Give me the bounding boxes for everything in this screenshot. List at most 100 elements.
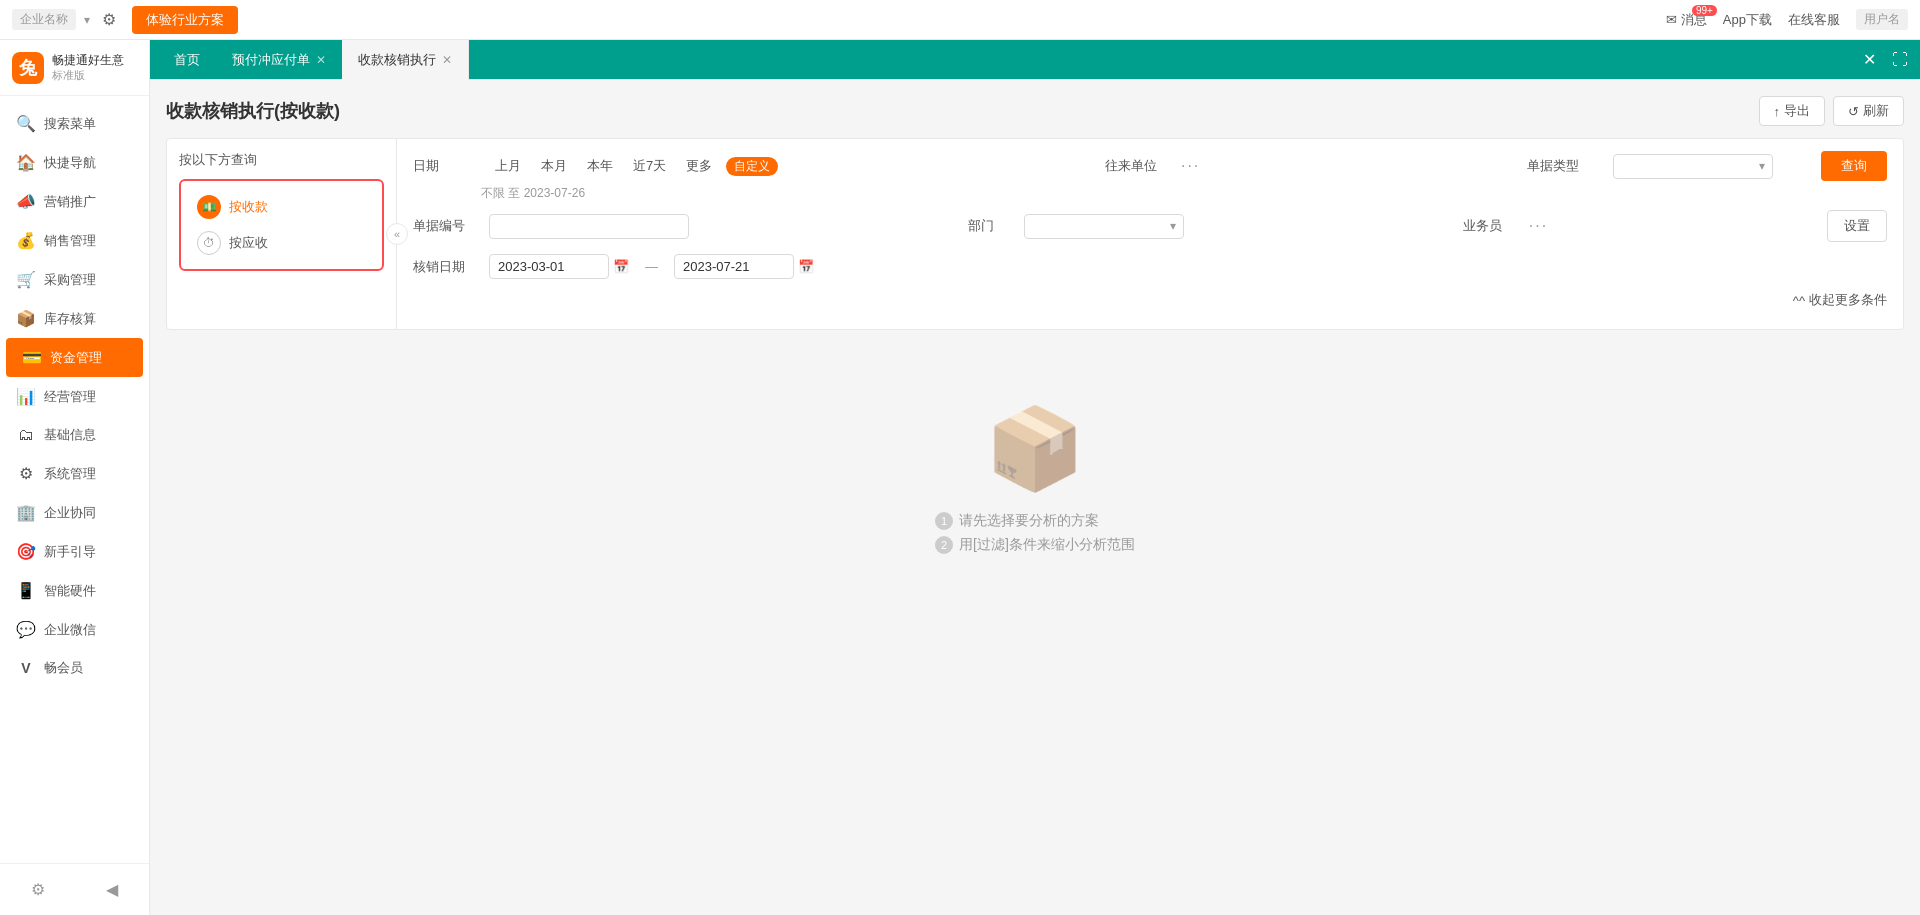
sales-icon: 💰	[16, 231, 36, 250]
tab-prepay-close-icon[interactable]: ✕	[316, 53, 326, 67]
receivable-label: 按应收	[229, 234, 268, 252]
verify-date-start-input[interactable]	[489, 254, 609, 279]
filter-row-1: 日期 上月 本月 本年 近7天 更多 自定义 往来单位 ···	[413, 151, 1887, 181]
sidebar-item-enterprise[interactable]: 🏢 企业协同	[0, 493, 149, 532]
tab-prepay-label: 预付冲应付单	[232, 51, 310, 69]
filter-type-title: 按以下方查询	[179, 151, 384, 169]
doc-type-label: 单据类型	[1527, 157, 1597, 175]
filter-collapse-button[interactable]: «	[386, 223, 408, 245]
verify-date-start-calendar-icon[interactable]: 📅	[613, 259, 629, 274]
sidebar-item-search[interactable]: 🔍 搜索菜单	[0, 104, 149, 143]
partner-input[interactable]: ···	[1181, 157, 1200, 175]
brand-name: 企业名称	[12, 9, 76, 30]
setting-button[interactable]: 设置	[1827, 210, 1887, 242]
date-this-year-btn[interactable]: 本年	[581, 155, 619, 177]
sidebar-item-finance[interactable]: 💳 资金管理	[6, 338, 143, 377]
empty-tips: 1 请先选择要分析的方案 2 用[过滤]条件来缩小分析范围	[935, 512, 1135, 560]
export-button[interactable]: ↑ 导出	[1759, 96, 1826, 126]
date-this-month-btn[interactable]: 本月	[535, 155, 573, 177]
content-area: 首页 预付冲应付单 ✕ 收款核销执行 ✕ ✕ ⛶ 收款核销执行(按收款)	[150, 40, 1920, 915]
sidebar-item-quick-nav[interactable]: 🏠 快捷导航	[0, 143, 149, 182]
sidebar-label-wechat: 企业微信	[44, 621, 96, 639]
dept-select[interactable]	[1024, 214, 1184, 239]
app-download-button[interactable]: App下载	[1723, 11, 1772, 29]
sidebar-item-inventory[interactable]: 📦 库存核算	[0, 299, 149, 338]
sidebar-item-marketing[interactable]: 📣 营销推广	[0, 182, 149, 221]
empty-tip-2: 2 用[过滤]条件来缩小分析范围	[935, 536, 1135, 554]
query-button[interactable]: 查询	[1821, 151, 1887, 181]
main-layout: 兔 畅捷通好生意 标准版 🔍 搜索菜单 🏠 快捷导航 📣 营销推广 💰 销售管理	[0, 40, 1920, 915]
sidebar-item-guide[interactable]: 🎯 新手引导	[0, 532, 149, 571]
sidebar-item-member[interactable]: V 畅会员	[0, 649, 149, 687]
online-service-button[interactable]: 在线客服	[1788, 11, 1840, 29]
step-1-icon: 1	[935, 512, 953, 530]
collapse-more-button[interactable]: ^^ 收起更多条件	[1793, 291, 1887, 309]
sidebar-item-basic[interactable]: 🗂 基础信息	[0, 416, 149, 454]
sidebar-label-sales: 销售管理	[44, 232, 96, 250]
sidebar-label-marketing: 营销推广	[44, 193, 96, 211]
verify-date-label: 核销日期	[413, 258, 473, 276]
sidebar-item-hardware[interactable]: 📱 智能硬件	[0, 571, 149, 610]
inventory-icon: 📦	[16, 309, 36, 328]
tab-home[interactable]: 首页	[158, 40, 216, 80]
date-7days-btn[interactable]: 近7天	[627, 155, 672, 177]
doc-no-input[interactable]	[489, 214, 689, 239]
tab-bar-actions: ✕ ⛶	[1859, 46, 1912, 73]
staff-input[interactable]: ···	[1529, 217, 1548, 235]
sidebar-collapse-button[interactable]: ◀	[98, 872, 126, 907]
brand-dropdown-icon[interactable]: ▾	[84, 13, 90, 27]
filter-type-box: 💵 按收款 ⏱ 按应收	[179, 179, 384, 271]
system-icon: ⚙	[16, 464, 36, 483]
tab-close-button[interactable]: ✕	[1859, 46, 1880, 73]
logo-icon: 兔	[12, 52, 44, 84]
sidebar-item-wechat[interactable]: 💬 企业微信	[0, 610, 149, 649]
refresh-button[interactable]: ↺ 刷新	[1833, 96, 1904, 126]
date-last-month-btn[interactable]: 上月	[489, 155, 527, 177]
sidebar-label-hardware: 智能硬件	[44, 582, 96, 600]
sidebar-label-inventory: 库存核算	[44, 310, 96, 328]
date-range-display: 不限 至 2023-07-26	[481, 185, 1887, 202]
tab-collect-label: 收款核销执行	[358, 51, 436, 69]
filter-by-receipt[interactable]: 💵 按收款	[189, 189, 374, 225]
settings-icon[interactable]: ⚙	[102, 10, 116, 29]
filter-row-4: 核销日期 📅 — 📅	[413, 254, 1887, 279]
tab-prepay[interactable]: 预付冲应付单 ✕	[216, 40, 342, 80]
tab-collect-close-icon[interactable]: ✕	[442, 53, 452, 67]
doc-type-select[interactable]	[1613, 154, 1773, 179]
finance-icon: 💳	[22, 348, 42, 367]
industry-solution-button[interactable]: 体验行业方案	[132, 6, 238, 34]
top-bar: 企业名称 ▾ ⚙ 体验行业方案 ✉ 消息 99+ App下载 在线客服 用户名	[0, 0, 1920, 40]
verify-date-end-calendar-icon[interactable]: 📅	[798, 259, 814, 274]
sidebar-label-guide: 新手引导	[44, 543, 96, 561]
tab-collect[interactable]: 收款核销执行 ✕	[342, 40, 469, 80]
verify-date-end-wrap: 📅	[674, 254, 814, 279]
filter-by-receivable[interactable]: ⏱ 按应收	[189, 225, 374, 261]
enterprise-icon: 🏢	[16, 503, 36, 522]
sidebar-item-sales[interactable]: 💰 销售管理	[0, 221, 149, 260]
sidebar-label-system: 系统管理	[44, 465, 96, 483]
sidebar-item-purchase[interactable]: 🛒 采购管理	[0, 260, 149, 299]
filter-type-section: 按以下方查询 💵 按收款 ⏱ 按应收 «	[167, 139, 397, 329]
date-separator: —	[645, 259, 658, 274]
date-custom-badge[interactable]: 自定义	[726, 157, 778, 176]
message-button[interactable]: ✉ 消息 99+	[1666, 11, 1707, 29]
sidebar-label-enterprise: 企业协同	[44, 504, 96, 522]
member-icon: V	[16, 660, 36, 676]
staff-label: 业务员	[1463, 217, 1513, 235]
home-icon: 🏠	[16, 153, 36, 172]
dept-label: 部门	[968, 217, 1008, 235]
sidebar-label-purchase: 采购管理	[44, 271, 96, 289]
sidebar-logo: 兔 畅捷通好生意 标准版	[0, 40, 149, 96]
empty-illustration: 📦	[985, 402, 1085, 496]
sidebar-settings-button[interactable]: ⚙	[23, 872, 53, 907]
verify-date-end-input[interactable]	[674, 254, 794, 279]
sidebar-item-operation[interactable]: 📊 经营管理	[0, 377, 149, 416]
sidebar-label-member: 畅会员	[44, 659, 83, 677]
date-more-btn[interactable]: 更多	[680, 155, 718, 177]
filter-row-3: 单据编号 部门 ▾ 业务员 ···	[413, 210, 1887, 242]
tab-expand-button[interactable]: ⛶	[1888, 47, 1912, 73]
user-name: 用户名	[1856, 9, 1908, 30]
message-badge: 99+	[1692, 5, 1717, 16]
sidebar-item-system[interactable]: ⚙ 系统管理	[0, 454, 149, 493]
tab-bar: 首页 预付冲应付单 ✕ 收款核销执行 ✕ ✕ ⛶	[150, 40, 1920, 80]
